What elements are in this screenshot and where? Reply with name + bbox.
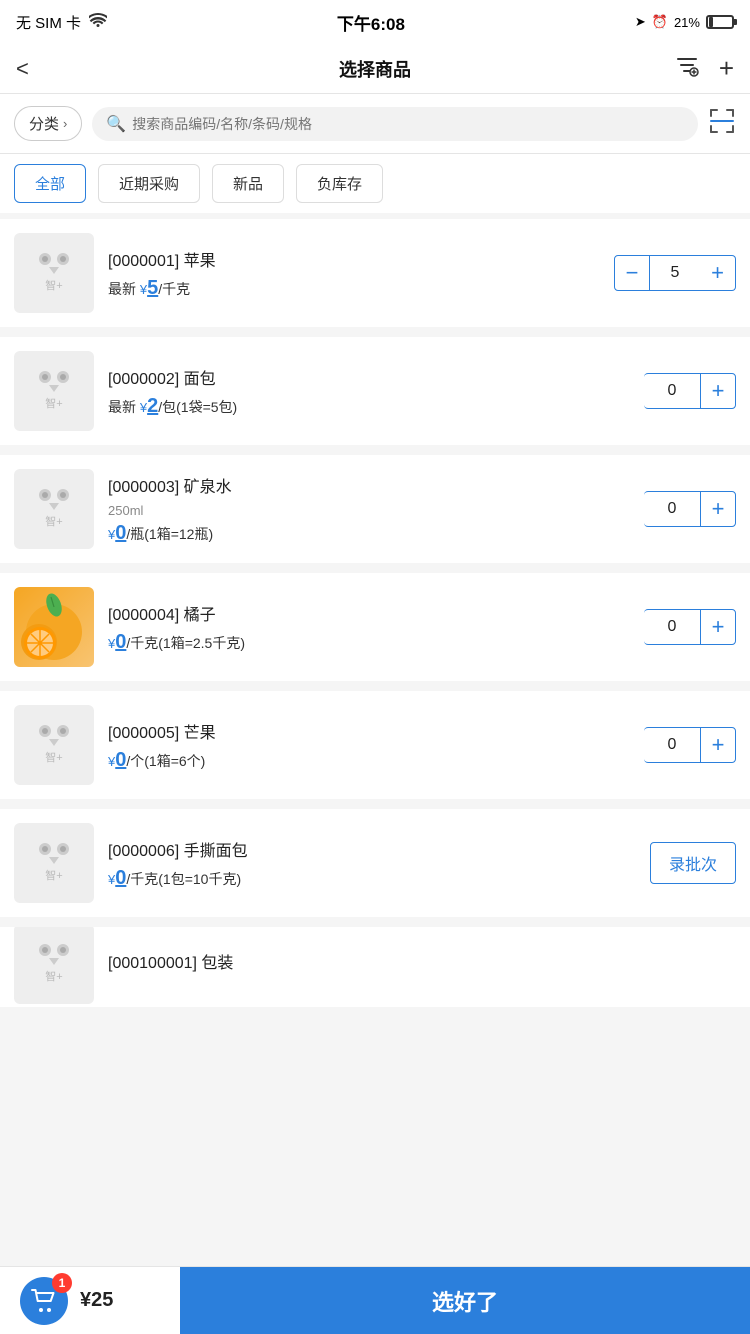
product-price: 最新 ¥5/千克	[108, 277, 600, 300]
quantity-control-0000002: +	[644, 373, 736, 409]
search-area: 分类 › 🔍	[0, 94, 750, 154]
tab-negative[interactable]: 负库存	[296, 164, 383, 203]
product-item-0000006: 智+ [0000006] 手撕面包 ¥0/千克(1包=10千克) 录批次	[0, 809, 750, 917]
owl-logo: 智+	[39, 489, 69, 529]
product-name: [0000006] 手撕面包	[108, 837, 636, 861]
product-list: 智+ [0000001] 苹果 最新 ¥5/千克 − + 智+ [0000	[0, 219, 750, 1089]
product-name: [0000003] 矿泉水	[108, 473, 630, 497]
product-price: ¥0/个(1箱=6个)	[108, 749, 630, 772]
product-item-0000003: 智+ [0000003] 矿泉水 250ml ¥0/瓶(1箱=12瓶) +	[0, 455, 750, 563]
product-item-0000005: 智+ [0000005] 芒果 ¥0/个(1箱=6个) +	[0, 691, 750, 799]
owl-logo: 智+	[39, 944, 69, 984]
alarm-icon: ⏰	[652, 14, 668, 30]
product-image-0000004	[14, 587, 94, 667]
bottom-bar: 1 ¥25 选好了	[0, 1266, 750, 1334]
page-title: 选择商品	[339, 56, 411, 82]
quantity-control-0000001: − +	[614, 255, 736, 291]
increase-button[interactable]: +	[700, 255, 736, 291]
product-info-0000005: [0000005] 芒果 ¥0/个(1箱=6个)	[108, 719, 630, 772]
product-spec: 250ml	[108, 503, 630, 518]
nav-actions: +	[675, 53, 734, 84]
tab-all[interactable]: 全部	[14, 164, 86, 203]
quantity-control-0000004: +	[644, 609, 736, 645]
product-info-0000001: [0000001] 苹果 最新 ¥5/千克	[108, 247, 600, 300]
nav-bar: < 选择商品 +	[0, 44, 750, 94]
cart-section: 1 ¥25	[0, 1277, 180, 1325]
location-icon: ➤	[635, 14, 646, 30]
add-button[interactable]: +	[719, 53, 734, 84]
product-price: ¥0/千克(1箱=2.5千克)	[108, 631, 630, 654]
tab-recent[interactable]: 近期采购	[98, 164, 200, 203]
product-image-0000005: 智+	[14, 705, 94, 785]
search-input-wrap: 🔍	[92, 107, 698, 141]
increase-button[interactable]: +	[700, 727, 736, 763]
back-button[interactable]: <	[8, 48, 37, 90]
scan-icon[interactable]	[708, 107, 736, 141]
product-item-000100001: 智+ [000100001] 包装	[0, 927, 750, 1007]
owl-logo: 智+	[39, 253, 69, 293]
owl-logo: 智+	[39, 371, 69, 411]
increase-button[interactable]: +	[700, 373, 736, 409]
product-name: [0000002] 面包	[108, 365, 630, 389]
owl-logo: 智+	[39, 725, 69, 765]
status-time: 下午6:08	[337, 10, 405, 35]
battery-percent: 21%	[674, 15, 700, 30]
product-item-0000002: 智+ [0000002] 面包 最新 ¥2/包(1袋=5包) +	[0, 337, 750, 445]
product-name: [0000005] 芒果	[108, 719, 630, 743]
product-image-0000002: 智+	[14, 351, 94, 431]
quantity-input[interactable]	[644, 609, 700, 645]
cart-total: ¥25	[80, 1289, 113, 1312]
status-right: ➤ ⏰ 21%	[635, 14, 734, 30]
product-image-0000001: 智+	[14, 233, 94, 313]
category-button[interactable]: 分类 ›	[14, 106, 82, 141]
quantity-control-0000003: +	[644, 491, 736, 527]
product-info-0000002: [0000002] 面包 最新 ¥2/包(1袋=5包)	[108, 365, 630, 418]
product-price: ¥0/千克(1包=10千克)	[108, 867, 636, 890]
product-image-0000006: 智+	[14, 823, 94, 903]
wifi-icon	[89, 13, 107, 31]
confirm-button[interactable]: 选好了	[180, 1267, 750, 1334]
search-input[interactable]	[132, 116, 684, 132]
filter-tabs: 全部 近期采购 新品 负库存	[0, 154, 750, 219]
product-price: ¥0/瓶(1箱=12瓶)	[108, 522, 630, 545]
quantity-input[interactable]	[644, 727, 700, 763]
status-left: 无 SIM 卡	[16, 12, 107, 33]
increase-button[interactable]: +	[700, 609, 736, 645]
product-info-000100001: [000100001] 包装	[108, 949, 736, 979]
tab-new[interactable]: 新品	[212, 164, 284, 203]
carrier-label: 无 SIM 卡	[16, 12, 81, 33]
quantity-input[interactable]	[644, 491, 700, 527]
product-image-0000003: 智+	[14, 469, 94, 549]
product-item-0000004: [0000004] 橘子 ¥0/千克(1箱=2.5千克) +	[0, 573, 750, 681]
product-name: [000100001] 包装	[108, 949, 736, 973]
product-info-0000004: [0000004] 橘子 ¥0/千克(1箱=2.5千克)	[108, 601, 630, 654]
battery-icon	[706, 15, 734, 29]
filter-icon[interactable]	[675, 55, 699, 83]
decrease-button[interactable]: −	[614, 255, 650, 291]
quantity-input[interactable]	[650, 255, 700, 291]
product-name: [0000001] 苹果	[108, 247, 600, 271]
search-icon: 🔍	[106, 114, 126, 134]
product-info-0000003: [0000003] 矿泉水 250ml ¥0/瓶(1箱=12瓶)	[108, 473, 630, 545]
owl-logo: 智+	[39, 843, 69, 883]
batch-button[interactable]: 录批次	[650, 842, 736, 884]
quantity-control-0000005: +	[644, 727, 736, 763]
status-bar: 无 SIM 卡 下午6:08 ➤ ⏰ 21%	[0, 0, 750, 44]
product-info-0000006: [0000006] 手撕面包 ¥0/千克(1包=10千克)	[108, 837, 636, 890]
cart-badge: 1	[52, 1273, 72, 1293]
cart-icon[interactable]: 1	[20, 1277, 68, 1325]
product-price: 最新 ¥2/包(1袋=5包)	[108, 395, 630, 418]
chevron-right-icon: ›	[63, 116, 67, 131]
increase-button[interactable]: +	[700, 491, 736, 527]
quantity-input[interactable]	[644, 373, 700, 409]
product-item-0000001: 智+ [0000001] 苹果 最新 ¥5/千克 − +	[0, 219, 750, 327]
product-image-000100001: 智+	[14, 927, 94, 1004]
product-name: [0000004] 橘子	[108, 601, 630, 625]
